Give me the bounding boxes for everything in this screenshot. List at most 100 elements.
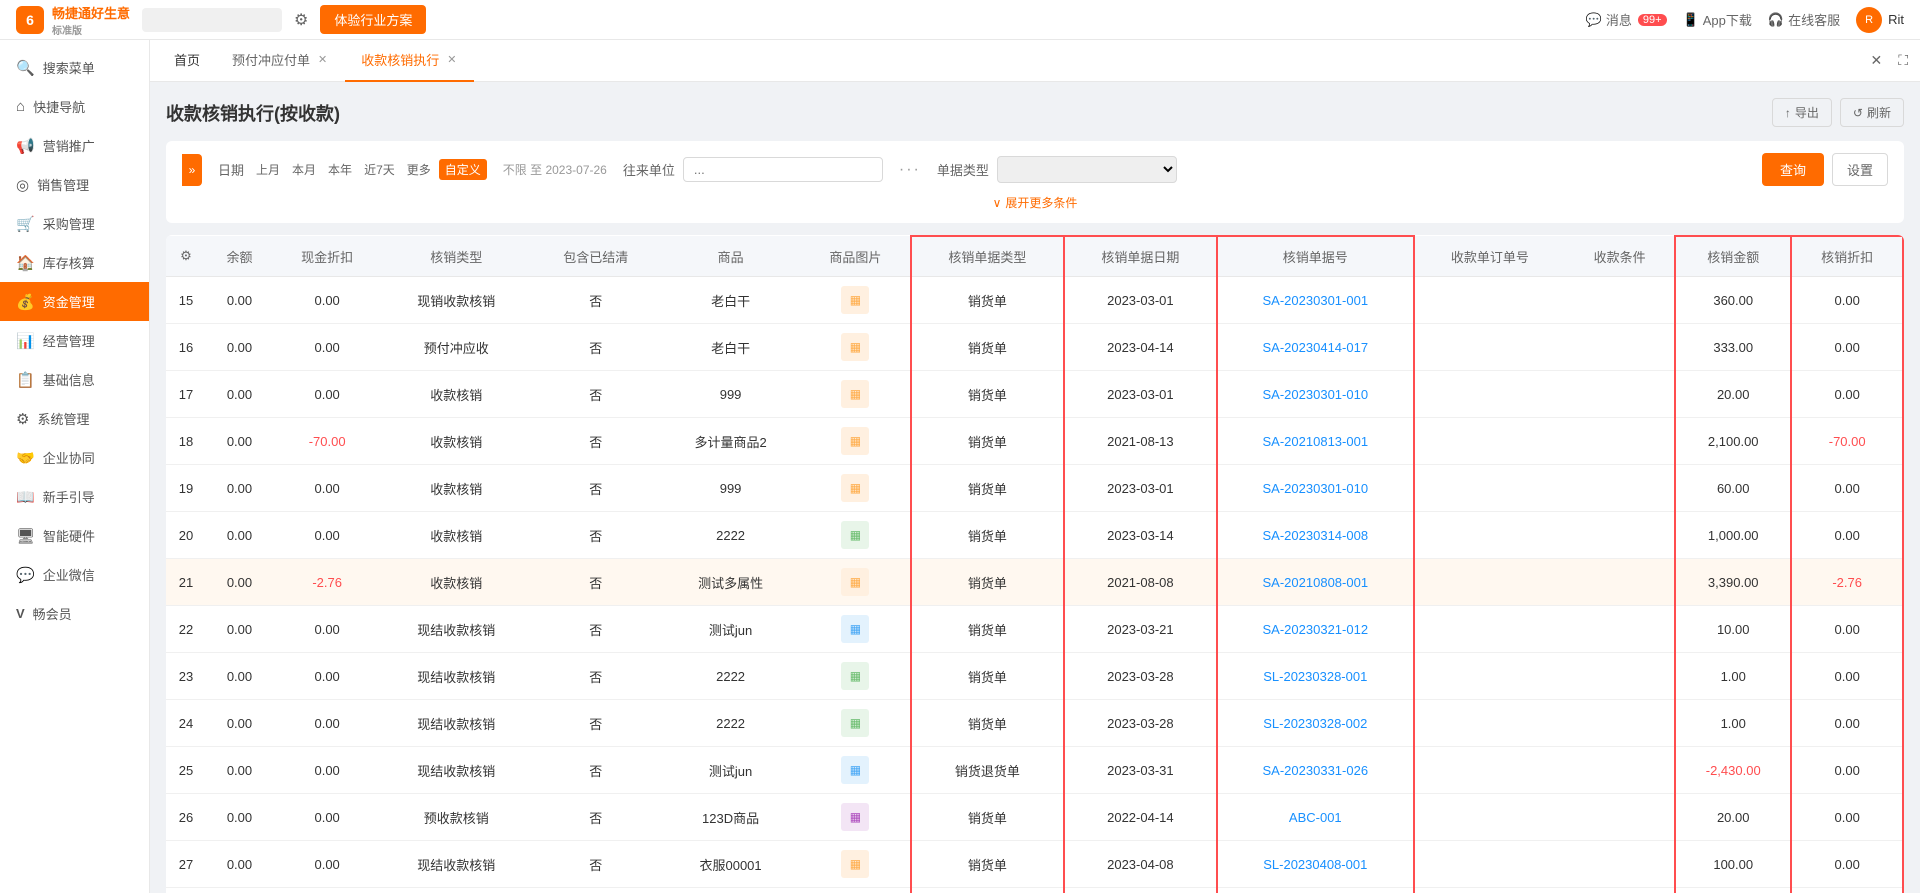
voucher-no-link[interactable]: SA-20230301-001 [1263, 293, 1369, 308]
sidebar-item-purchase[interactable]: 🛒 采购管理 [0, 204, 149, 243]
cell-voucher-no: SA-20230301-001 [1217, 277, 1414, 324]
cell-voucher-type: 销货单 [911, 371, 1064, 418]
voucher-no-link[interactable]: ABC-001 [1289, 810, 1342, 825]
cell-voucher-date: 2021-08-08 [1064, 559, 1217, 606]
th-voucher-date: 核销单据日期 [1064, 236, 1217, 277]
tab-maximize-button[interactable]: ⛶ [1894, 48, 1912, 73]
wo-amount-value: 100.00 [1713, 857, 1753, 872]
partner-input[interactable] [683, 157, 883, 182]
sidebar-item-finance[interactable]: 💰 资金管理 [0, 282, 149, 321]
tab-home[interactable]: 首页 [158, 40, 216, 82]
search-bar[interactable] [142, 8, 282, 32]
online-service[interactable]: 🎧 在线客服 [1768, 10, 1840, 29]
cell-cash-discount: 0.00 [273, 512, 381, 559]
sidebar-item-smart-hardware[interactable]: 🖥 智能硬件 [0, 516, 149, 555]
sidebar-item-enterprise-wechat[interactable]: 💬 企业微信 [0, 555, 149, 594]
cell-collect-condition [1565, 371, 1675, 418]
sidebar-item-operation[interactable]: 📊 经营管理 [0, 321, 149, 360]
gear-button[interactable]: ⚙ [294, 10, 308, 30]
sidebar-item-newbie[interactable]: 📖 新手引导 [0, 477, 149, 516]
sidebar-label-purchase: 采购管理 [43, 214, 95, 233]
date-this-month[interactable]: 本月 [288, 159, 320, 180]
voucher-no-link[interactable]: SA-20210813-001 [1263, 434, 1369, 449]
cell-goods: 999 [660, 465, 801, 512]
expand-sidebar-button[interactable]: » [182, 154, 202, 186]
cell-voucher-date: 2023-03-31 [1064, 747, 1217, 794]
voucher-no-link[interactable]: SL-20230328-002 [1263, 716, 1367, 731]
chevron-down-icon: ∨ [993, 196, 1002, 210]
industry-btn[interactable]: 体验行业方案 [320, 5, 426, 34]
cell-collect-condition [1565, 418, 1675, 465]
voucher-no-link[interactable]: SA-20210808-001 [1263, 575, 1369, 590]
cell-write-off-discount: 0.00 [1791, 324, 1903, 371]
voucher-no-link[interactable]: SA-20230414-017 [1263, 340, 1369, 355]
sidebar-item-sales[interactable]: ◎ 销售管理 [0, 165, 149, 204]
cell-voucher-type: 销货单 [911, 277, 1064, 324]
wo-amount-value: -2,430.00 [1706, 763, 1761, 778]
cell-balance: 0.00 [206, 418, 273, 465]
cell-collect-condition [1565, 888, 1675, 893]
cash-discount-value: -2.76 [312, 575, 342, 590]
voucher-no-link[interactable]: SL-20230328-001 [1263, 669, 1367, 684]
cell-include-settled: 否 [531, 606, 660, 653]
voucher-no-link[interactable]: SA-20230301-010 [1263, 387, 1369, 402]
sidebar-item-search[interactable]: 🔍 搜索菜单 [0, 48, 149, 87]
user-area[interactable]: R Rit [1856, 7, 1904, 33]
cell-voucher-type: 销货单 [911, 700, 1064, 747]
wechat-icon: 💬 [16, 566, 35, 584]
cell-write-off-amount: 1.00 [1675, 700, 1791, 747]
wo-discount-value: 0.00 [1835, 857, 1860, 872]
base-icon: 📋 [16, 371, 35, 389]
expand-more-button[interactable]: ∨ 展开更多条件 [993, 194, 1078, 211]
cell-write-off-amount: 2,100.00 [1675, 418, 1791, 465]
voucher-no-link[interactable]: SL-20230408-001 [1263, 857, 1367, 872]
sidebar-item-inventory[interactable]: 🏠 库存核算 [0, 243, 149, 282]
date-last-month[interactable]: 上月 [252, 159, 284, 180]
sidebar-item-enterprise[interactable]: 🤝 企业协同 [0, 438, 149, 477]
voucher-type-select[interactable] [997, 156, 1177, 183]
app-download[interactable]: 📱 App下载 [1683, 10, 1752, 29]
table-body: 15 0.00 0.00 现销收款核销 否 老白干 ▦ 销货单 2023-03-… [166, 277, 1903, 893]
tab-bar: 首页 预付冲应付单 ✕ 收款核销执行 ✕ ✕ ⛶ [150, 40, 1920, 82]
cell-cash-discount: -70.00 [273, 418, 381, 465]
tab-collect[interactable]: 收款核销执行 ✕ [345, 40, 474, 82]
voucher-no-link[interactable]: SA-20230314-008 [1263, 528, 1369, 543]
cell-include-settled: 否 [531, 277, 660, 324]
refresh-button[interactable]: ↺ 刷新 [1840, 98, 1904, 127]
cell-write-off-discount: 0.00 [1791, 512, 1903, 559]
sidebar-item-member[interactable]: V 畅会员 [0, 594, 149, 633]
sidebar-label-marketing: 营销推广 [43, 136, 95, 155]
cell-goods: 2222 [660, 653, 801, 700]
date-this-year[interactable]: 本年 [324, 159, 356, 180]
query-button[interactable]: 查询 [1762, 153, 1824, 186]
sidebar-item-marketing[interactable]: 📢 营销推广 [0, 126, 149, 165]
sidebar-item-base[interactable]: 📋 基础信息 [0, 360, 149, 399]
settings-button[interactable]: 设置 [1832, 153, 1888, 186]
tab-prepay[interactable]: 预付冲应付单 ✕ [216, 40, 345, 82]
sidebar-item-quick-nav[interactable]: ⌂ 快捷导航 [0, 87, 149, 126]
cell-collect-order-no [1414, 700, 1565, 747]
message-icon: 💬 [1586, 12, 1602, 28]
cell-goods: 衣服00001 [660, 841, 801, 888]
date-custom-button[interactable]: 自定义 [439, 159, 487, 180]
cell-write-off-discount: 0.00 [1791, 888, 1903, 893]
tab-close-all-button[interactable]: ✕ [1866, 48, 1886, 73]
voucher-no-link[interactable]: SA-20230301-010 [1263, 481, 1369, 496]
export-button[interactable]: ↑ 导出 [1772, 98, 1832, 127]
tab-prepay-close[interactable]: ✕ [316, 51, 329, 68]
notification-area[interactable]: 💬 消息 99+ [1586, 10, 1667, 29]
voucher-no-link[interactable]: SA-20230331-026 [1263, 763, 1369, 778]
table-settings-icon[interactable]: ⚙ [180, 248, 192, 263]
date-more[interactable]: 更多 [403, 159, 435, 180]
cell-goods-image: ▦ [801, 700, 911, 747]
th-collect-condition: 收款条件 [1565, 236, 1675, 277]
cell-goods: 2222 [660, 888, 801, 893]
export-icon: ↑ [1785, 106, 1791, 120]
wo-amount-value: 20.00 [1717, 387, 1750, 402]
date-7days[interactable]: 近7天 [360, 159, 399, 180]
filter-bar: » 日期 上月 本月 本年 近7天 更多 自定义 [166, 141, 1904, 223]
voucher-no-link[interactable]: SA-20230321-012 [1263, 622, 1369, 637]
tab-collect-close[interactable]: ✕ [445, 51, 458, 68]
cell-collect-order-no [1414, 418, 1565, 465]
sidebar-item-system[interactable]: ⚙ 系统管理 [0, 399, 149, 438]
